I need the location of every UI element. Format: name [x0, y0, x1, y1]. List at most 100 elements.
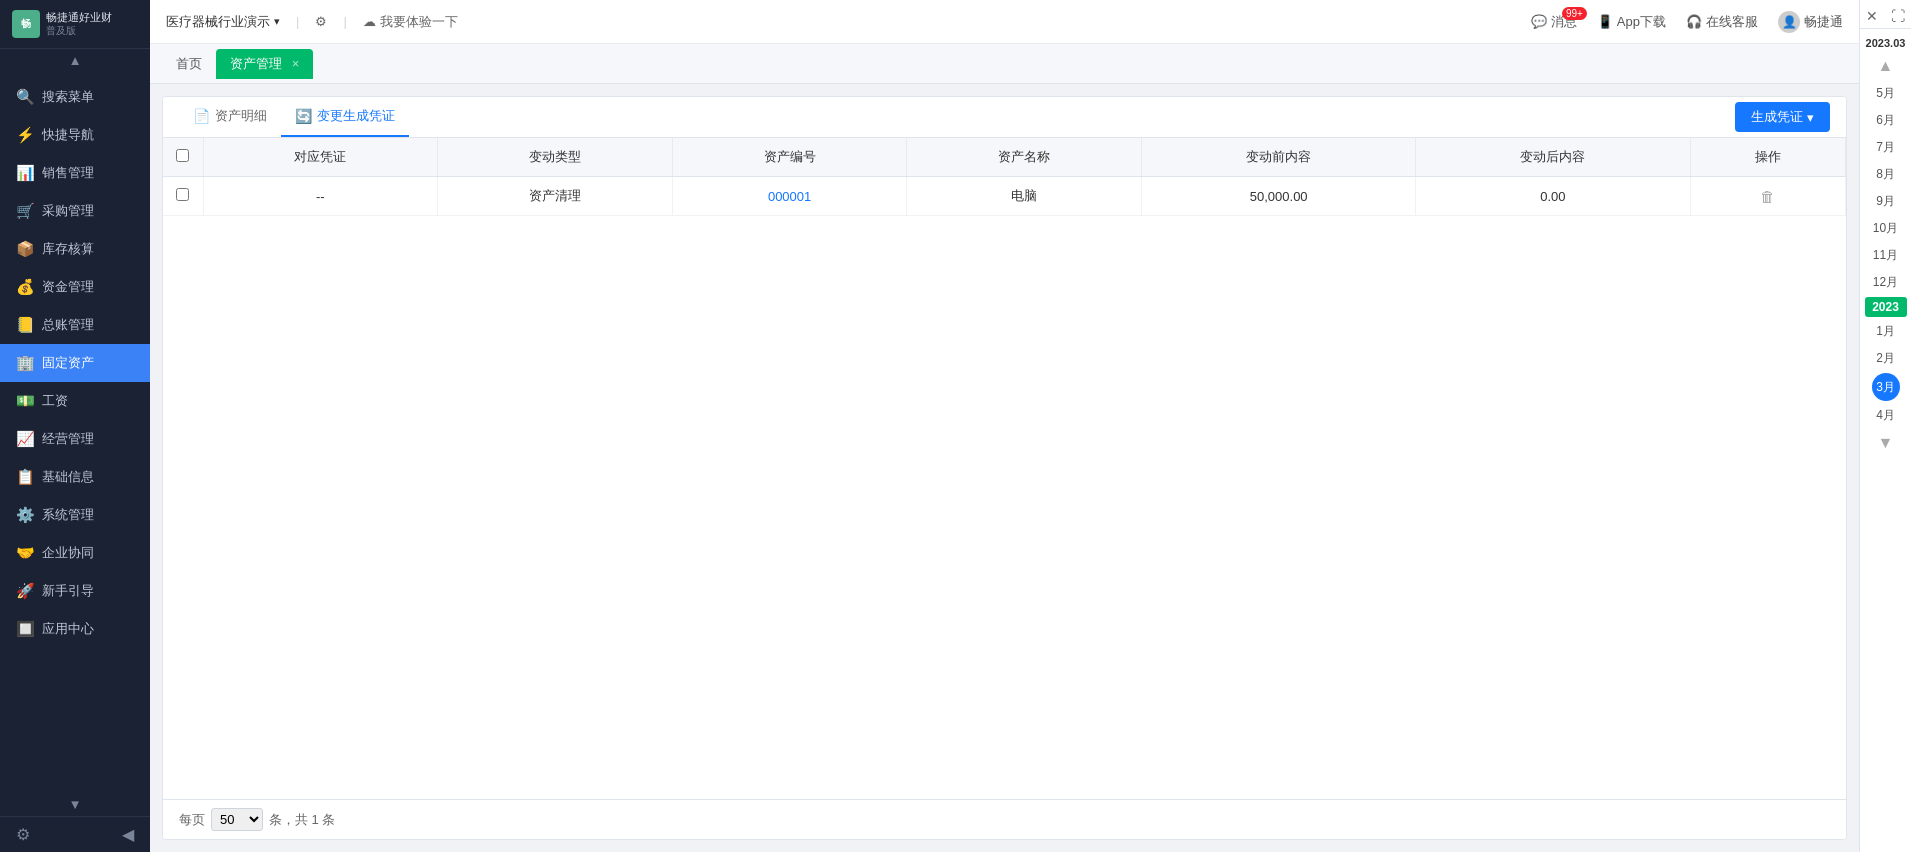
- settings-gear[interactable]: ⚙: [315, 14, 327, 29]
- row-checkbox[interactable]: [176, 188, 189, 201]
- sub-tab-change-voucher-label: 变更生成凭证: [317, 107, 395, 125]
- right-panel-expand-button[interactable]: ⛶: [1891, 8, 1905, 24]
- divider2: |: [343, 14, 346, 29]
- user-profile[interactable]: 👤 畅捷通: [1778, 11, 1843, 33]
- table-row: -- 资产清理 000001 电脑 50,000.00 0.00 🗑: [163, 177, 1846, 216]
- logo-icon: 畅: [12, 10, 40, 38]
- sidebar-item-fixed-assets[interactable]: 🏢 固定资产: [0, 344, 150, 382]
- cloud-icon: ☁: [363, 14, 376, 29]
- sidebar-item-purchase[interactable]: 🛒 采购管理: [0, 192, 150, 230]
- date-scroll-up[interactable]: ▲: [1860, 53, 1911, 79]
- tab-asset-management[interactable]: 资产管理 ×: [216, 49, 313, 79]
- box-icon: 📦: [16, 240, 34, 258]
- company-selector[interactable]: 医疗器械行业演示 ▾: [166, 13, 280, 31]
- year-2023-badge[interactable]: 2023: [1865, 297, 1907, 317]
- col-asset-no: 资产编号: [672, 138, 907, 177]
- operations-icon: 📈: [16, 430, 34, 448]
- sidebar-item-salary[interactable]: 💵 工资: [0, 382, 150, 420]
- sidebar-item-label: 新手引导: [42, 582, 94, 600]
- sidebar-item-search[interactable]: 🔍 搜索菜单: [0, 78, 150, 116]
- experience-link[interactable]: ☁ 我要体验一下: [363, 13, 458, 31]
- sidebar-scroll-down[interactable]: ▼: [0, 793, 150, 816]
- sub-tab-change-voucher[interactable]: 🔄 变更生成凭证: [281, 97, 409, 137]
- right-panel-header: ✕ ⛶: [1860, 4, 1911, 29]
- month-1[interactable]: 1月: [1865, 319, 1907, 344]
- sidebar-item-label: 采购管理: [42, 202, 94, 220]
- col-before: 变动前内容: [1142, 138, 1416, 177]
- logo-sub: 普及版: [46, 24, 112, 38]
- row-checkbox-cell: [163, 177, 203, 216]
- cell-voucher: --: [203, 177, 438, 216]
- dropdown-arrow-icon: ▾: [274, 15, 280, 28]
- data-table-wrap: 对应凭证 变动类型 资产编号 资产名称 变动前内容 变动后内容 操作: [163, 138, 1846, 799]
- sidebar-scroll-up[interactable]: ▲: [0, 49, 150, 72]
- sidebar-item-inventory[interactable]: 📦 库存核算: [0, 230, 150, 268]
- month-2[interactable]: 2月: [1865, 346, 1907, 371]
- generate-voucher-button[interactable]: 生成凭证 ▾: [1735, 102, 1830, 132]
- sidebar-item-sales[interactable]: 📊 销售管理: [0, 154, 150, 192]
- cell-asset-name: 电脑: [907, 177, 1142, 216]
- sidebar-logo: 畅 畅捷通好业财 普及版: [0, 0, 150, 49]
- sidebar-item-corp[interactable]: 🤝 企业协同: [0, 534, 150, 572]
- lightning-icon: ⚡: [16, 126, 34, 144]
- sidebar-item-ledger[interactable]: 📒 总账管理: [0, 306, 150, 344]
- month-10[interactable]: 10月: [1865, 216, 1907, 241]
- sidebar-bottom: ⚙ ◀: [0, 816, 150, 852]
- month-12[interactable]: 12月: [1865, 270, 1907, 295]
- month-3-selected[interactable]: 3月: [1872, 373, 1900, 401]
- salary-icon: 💵: [16, 392, 34, 410]
- month-7[interactable]: 7月: [1865, 135, 1907, 160]
- cell-after: 0.00: [1416, 177, 1690, 216]
- right-panel-close-button[interactable]: ✕: [1866, 8, 1878, 24]
- col-after: 变动后内容: [1416, 138, 1690, 177]
- sidebar-item-funds[interactable]: 💰 资金管理: [0, 268, 150, 306]
- tab-home[interactable]: 首页: [166, 49, 212, 79]
- month-11[interactable]: 11月: [1865, 243, 1907, 268]
- per-page-select[interactable]: 50 100 200: [211, 808, 263, 831]
- sidebar-item-label: 固定资产: [42, 354, 94, 372]
- online-service-button[interactable]: 🎧 在线客服: [1686, 13, 1758, 31]
- month-8[interactable]: 8月: [1865, 162, 1907, 187]
- money-icon: 💰: [16, 278, 34, 296]
- main-area: 医疗器械行业演示 ▾ | ⚙ | ☁ 我要体验一下 💬 消息 99+ 📱 App…: [150, 0, 1859, 852]
- col-action: 操作: [1690, 138, 1845, 177]
- app-download-button[interactable]: 📱 App下载: [1597, 13, 1666, 31]
- month-4[interactable]: 4月: [1865, 403, 1907, 428]
- sidebar-item-basic-info[interactable]: 📋 基础信息: [0, 458, 150, 496]
- sidebar-item-label: 搜索菜单: [42, 88, 94, 106]
- sidebar-item-operations[interactable]: 📈 经营管理: [0, 420, 150, 458]
- total-label: 条，共 1 条: [269, 811, 335, 829]
- messages-badge: 99+: [1562, 7, 1587, 20]
- delete-row-icon[interactable]: 🗑: [1760, 188, 1775, 205]
- avatar-icon: 👤: [1778, 11, 1800, 33]
- building-icon: 🏢: [16, 354, 34, 372]
- handshake-icon: 🤝: [16, 544, 34, 562]
- date-scroll-down[interactable]: ▼: [1860, 430, 1911, 456]
- app-download-label: App下载: [1617, 13, 1666, 31]
- user-name: 畅捷通: [1804, 13, 1843, 31]
- tab-close-icon[interactable]: ×: [292, 56, 300, 71]
- sidebar-item-app-center[interactable]: 🔲 应用中心: [0, 610, 150, 648]
- sub-tab-asset-detail[interactable]: 📄 资产明细: [179, 97, 281, 137]
- messages-button[interactable]: 💬 消息 99+: [1531, 13, 1577, 31]
- select-all-checkbox[interactable]: [176, 149, 189, 162]
- sidebar-item-label: 经营管理: [42, 430, 94, 448]
- cell-before: 50,000.00: [1142, 177, 1416, 216]
- sidebar-item-label: 库存核算: [42, 240, 94, 258]
- sidebar-item-label: 总账管理: [42, 316, 94, 334]
- month-6[interactable]: 6月: [1865, 108, 1907, 133]
- sidebar-item-system[interactable]: ⚙️ 系统管理: [0, 496, 150, 534]
- collapse-icon[interactable]: ◀: [122, 825, 134, 844]
- sidebar-item-guide[interactable]: 🚀 新手引导: [0, 572, 150, 610]
- search-icon: 🔍: [16, 88, 34, 106]
- right-date-panel: ✕ ⛶ 2023.03 ▲ 5月 6月 7月 8月 9月 10月 11月 12月…: [1859, 0, 1911, 852]
- sidebar-item-quick-nav[interactable]: ⚡ 快捷导航: [0, 116, 150, 154]
- settings-icon[interactable]: ⚙: [16, 825, 30, 844]
- content-panel: 📄 资产明细 🔄 变更生成凭证 生成凭证 ▾ 对应凭证: [162, 96, 1847, 840]
- month-5[interactable]: 5月: [1865, 81, 1907, 106]
- sidebar-item-label: 工资: [42, 392, 68, 410]
- select-all-header: [163, 138, 203, 177]
- month-9[interactable]: 9月: [1865, 189, 1907, 214]
- cell-action: 🗑: [1690, 177, 1845, 216]
- tabbar: 首页 资产管理 ×: [150, 44, 1859, 84]
